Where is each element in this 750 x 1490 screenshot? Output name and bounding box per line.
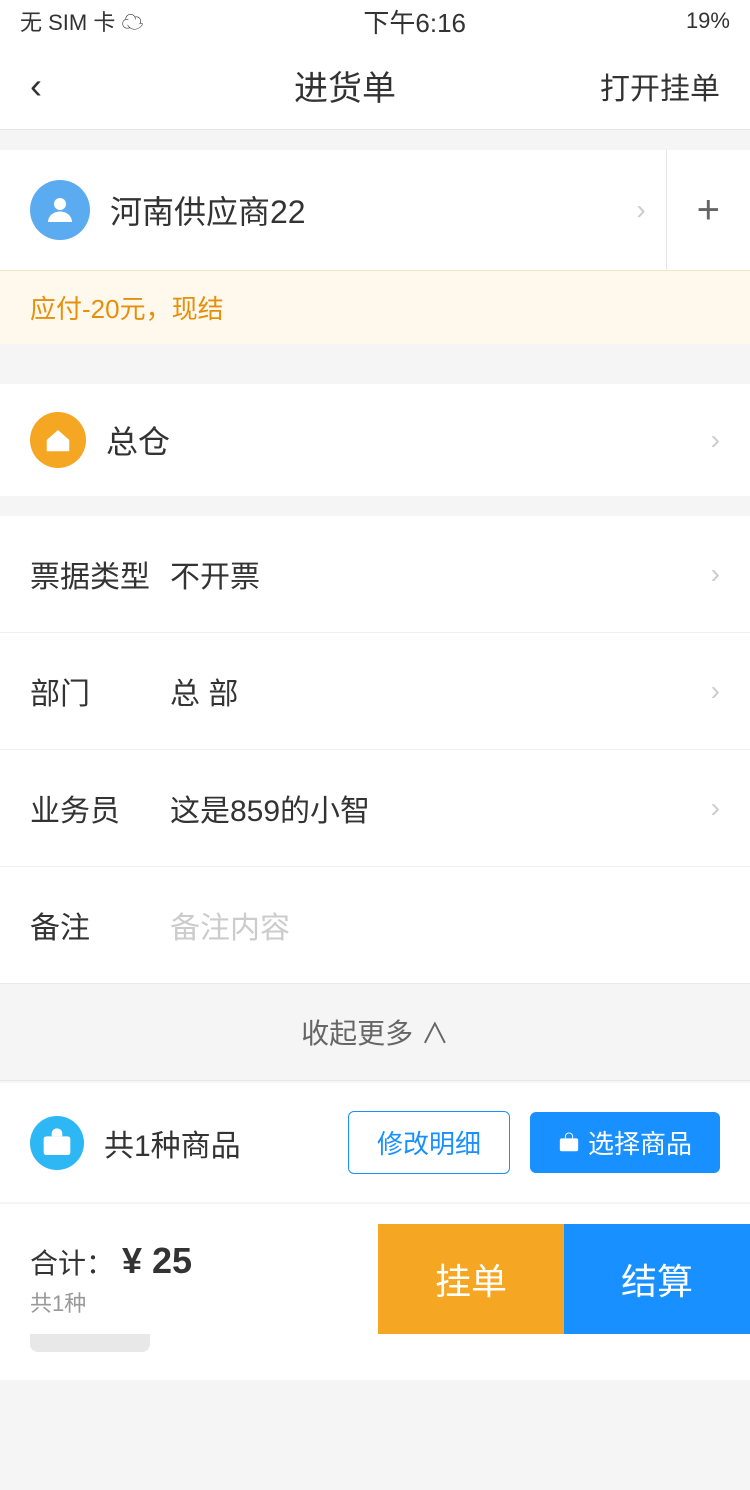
dept-chevron-icon: › xyxy=(711,675,720,707)
warehouse-svg-icon xyxy=(43,425,73,455)
footer-total-section: 合计： ¥ 25 共1种 xyxy=(0,1224,378,1334)
invoice-type-row[interactable]: 票据类型 不开票 › xyxy=(0,516,750,633)
invoice-value: 不开票 xyxy=(150,552,711,596)
products-icon xyxy=(30,1116,84,1170)
form-section: 票据类型 不开票 › 部门 总 部 › 业务员 这是859的小智 › 备注 备注… xyxy=(0,516,750,983)
settle-button[interactable]: 结算 xyxy=(564,1224,750,1334)
products-count: 共1种商品 xyxy=(104,1121,328,1165)
select-product-icon xyxy=(558,1132,580,1154)
total-amount: ¥ 25 xyxy=(122,1240,192,1282)
warehouse-section[interactable]: 总仓 › xyxy=(0,384,750,496)
supplier-name: 河南供应商22 xyxy=(110,187,616,233)
invoice-label: 票据类型 xyxy=(30,552,150,596)
footer: 合计： ¥ 25 共1种 挂单 结算 xyxy=(0,1224,750,1334)
status-time: 下午6:16 xyxy=(363,3,466,40)
bottom-spacer xyxy=(0,1380,750,1490)
invoice-chevron-icon: › xyxy=(711,558,720,590)
warehouse-chevron-icon: › xyxy=(711,424,720,456)
status-bar: 无 SIM 卡 ☁ 下午6:16 19% xyxy=(0,0,750,42)
add-supplier-button[interactable]: + xyxy=(667,168,720,253)
person-icon xyxy=(42,192,78,228)
supplier-avatar xyxy=(30,180,90,240)
warehouse-icon xyxy=(30,412,86,468)
salesman-chevron-icon: › xyxy=(711,792,720,824)
nav-bar: ‹ 进货单 打开挂单 xyxy=(0,42,750,130)
total-sub: 共1种 xyxy=(30,1286,348,1318)
salesman-value: 这是859的小智 xyxy=(150,786,711,830)
dept-row[interactable]: 部门 总 部 › xyxy=(0,633,750,750)
back-button[interactable]: ‹ xyxy=(30,65,90,107)
supplier-section: 河南供应商22 › + xyxy=(0,150,750,270)
status-right: 19% xyxy=(686,8,730,34)
dept-label: 部门 xyxy=(30,669,150,713)
remark-input[interactable]: 备注内容 xyxy=(150,903,720,947)
page-title: 进货单 xyxy=(294,61,396,110)
salesman-label: 业务员 xyxy=(30,786,150,830)
supplier-selector[interactable]: 河南供应商22 › xyxy=(30,150,667,270)
salesman-row[interactable]: 业务员 这是859的小智 › xyxy=(0,750,750,867)
products-header: 共1种商品 修改明细 选择商品 xyxy=(0,1083,750,1202)
status-left: 无 SIM 卡 ☁ xyxy=(20,5,143,37)
warehouse-name: 总仓 xyxy=(106,417,711,463)
gap-1 xyxy=(0,130,750,150)
cart-icon xyxy=(41,1127,73,1159)
total-label: 合计： xyxy=(30,1242,114,1282)
select-product-button[interactable]: 选择商品 xyxy=(530,1112,720,1173)
total-line: 合计： ¥ 25 xyxy=(30,1240,348,1282)
remark-label: 备注 xyxy=(30,903,150,947)
collapse-button[interactable]: 收起更多 ∧ xyxy=(0,983,750,1081)
remark-row[interactable]: 备注 备注内容 xyxy=(0,867,750,983)
dept-value: 总 部 xyxy=(150,669,711,713)
supplier-notice: 应付-20元，现结 xyxy=(0,270,750,344)
open-pending-button[interactable]: 打开挂单 xyxy=(600,64,720,108)
edit-detail-button[interactable]: 修改明细 xyxy=(348,1111,510,1174)
gap-2 xyxy=(0,344,750,364)
select-product-label: 选择商品 xyxy=(588,1124,692,1161)
pending-button[interactable]: 挂单 xyxy=(378,1224,564,1334)
supplier-chevron-icon: › xyxy=(616,194,665,226)
